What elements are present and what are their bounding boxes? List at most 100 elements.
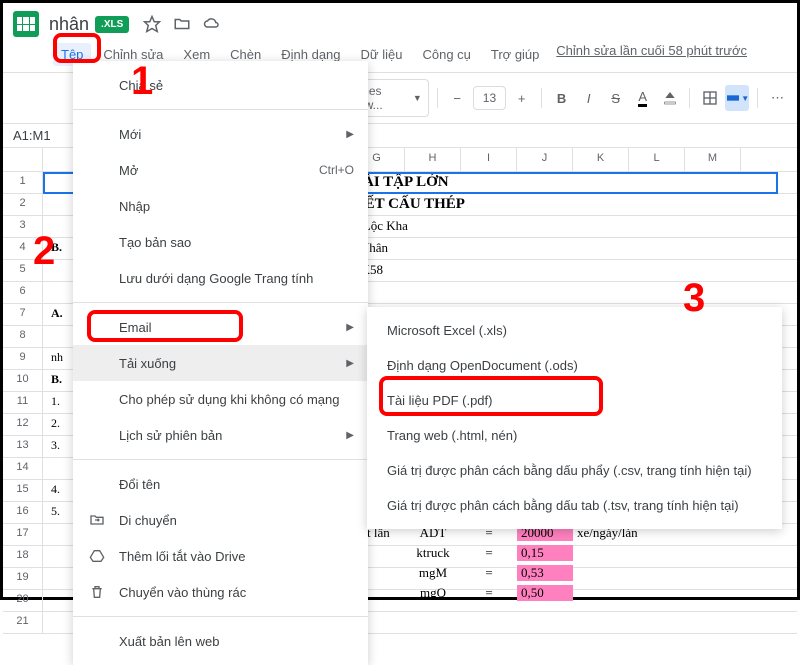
xls-badge: .XLS [95, 16, 129, 33]
file-dropdown: Chia sẻ Mới▶ Mở Ctrl+O NhậpTạo bản sao Lưu dư… [73, 61, 368, 665]
more-button[interactable]: ⋯ [766, 85, 789, 111]
borders-button[interactable] [698, 85, 721, 111]
cell[interactable]: 2. [47, 414, 64, 433]
row-header[interactable]: 8 [3, 326, 43, 347]
menu-item-label: Lịch sử phiên bản [119, 428, 334, 443]
last-edit-link[interactable]: Chỉnh sửa lần cuối 58 phút trước [556, 43, 747, 66]
row-header[interactable]: 11 [3, 392, 43, 413]
select-all-corner[interactable] [3, 148, 43, 171]
download-submenu-item[interactable]: Tài liệu PDF (.pdf) [367, 383, 782, 418]
row-header[interactable]: 7 [3, 304, 43, 325]
cell[interactable]: 5. [47, 502, 64, 521]
file-menu-item[interactable]: Di chuyển [73, 502, 368, 538]
cell[interactable]: B. [47, 238, 66, 257]
file-menu-item[interactable]: Chuyển vào thùng rác [73, 574, 368, 610]
cloud-icon[interactable] [203, 15, 221, 33]
download-submenu-item[interactable]: Giá trị được phân cách bằng dấu phẩy (.c… [367, 453, 782, 488]
row-header[interactable]: 5 [3, 260, 43, 281]
row-header[interactable]: 17 [3, 524, 43, 545]
italic-button[interactable]: I [577, 85, 600, 111]
cell[interactable]: 4. [47, 480, 64, 499]
file-menu-item[interactable]: Thêm lối tắt vào Drive [73, 538, 368, 574]
menu-item-label: Lưu dưới dạng Google Trang tính [119, 271, 354, 286]
menu-item-label: Mở [119, 163, 307, 178]
file-menu-item[interactable]: Lưu dưới dạng Google Trang tính [73, 260, 368, 296]
file-menu-item[interactable]: Tải xuống ▶ [73, 345, 368, 381]
menu-item-label: Tải xuống [119, 356, 334, 371]
row-header[interactable]: 2 [3, 194, 43, 215]
blank-icon [87, 232, 107, 252]
row-header[interactable]: 9 [3, 348, 43, 369]
row-header[interactable]: 1 [3, 172, 43, 193]
row-header[interactable]: 15 [3, 480, 43, 501]
row-header[interactable]: 13 [3, 436, 43, 457]
chevron-right-icon: ▶ [346, 430, 354, 441]
row-header[interactable]: 18 [3, 546, 43, 567]
row-header[interactable]: 10 [3, 370, 43, 391]
col-k[interactable]: K [573, 148, 629, 171]
file-menu-item[interactable]: Đổi tên [73, 466, 368, 502]
download-submenu: Microsoft Excel (.xls)Định dạng OpenDocu… [367, 307, 782, 529]
star-icon[interactable] [143, 15, 161, 33]
menu-item-label: Di chuyển [119, 513, 354, 528]
blank-icon [87, 124, 107, 144]
strike-button[interactable]: S [604, 85, 627, 111]
row-header[interactable]: 14 [3, 458, 43, 479]
shortcut: Ctrl+O [319, 163, 354, 177]
file-menu-item[interactable]: Mới▶ [73, 116, 368, 152]
file-menu-item[interactable]: Email▶ [73, 309, 368, 345]
menu-item-label: Email [119, 320, 334, 335]
col-i[interactable]: I [461, 148, 517, 171]
col-h[interactable]: H [405, 148, 461, 171]
menu-help[interactable]: Trợ giúp [483, 43, 548, 66]
cell[interactable]: 1. [47, 392, 64, 411]
download-submenu-item[interactable]: Định dạng OpenDocument (.ods) [367, 348, 782, 383]
file-menu-item[interactable]: Mở Ctrl+O [73, 152, 368, 188]
row-header[interactable]: 12 [3, 414, 43, 435]
cell[interactable]: A. [47, 304, 67, 323]
file-menu-item[interactable]: Xuất bản lên web [73, 623, 368, 659]
cell[interactable]: 3. [47, 436, 64, 455]
menu-item-label: Cho phép sử dụng khi không có mạng [119, 392, 354, 407]
file-menu-item[interactable]: Cho phép sử dụng khi không có mạng [73, 381, 368, 417]
row-header[interactable]: 6 [3, 282, 43, 303]
col-m[interactable]: M [685, 148, 741, 171]
row-header[interactable]: 4 [3, 238, 43, 259]
font-size-plus[interactable]: + [510, 85, 533, 111]
document-title[interactable]: nhân [49, 14, 89, 35]
file-menu-item[interactable]: Chia sẻ [73, 67, 368, 103]
fill-color-button[interactable] [658, 85, 681, 111]
blank-icon [87, 196, 107, 216]
row-header[interactable]: 21 [3, 612, 43, 633]
blank-icon [87, 389, 107, 409]
file-menu-item[interactable]: Tạo bản sao [73, 224, 368, 260]
blank-icon [87, 317, 107, 337]
sheets-logo[interactable] [13, 11, 39, 37]
file-menu-item[interactable]: Nhập [73, 188, 368, 224]
font-size[interactable]: 13 [473, 86, 506, 110]
text-color-button[interactable]: A [631, 85, 654, 111]
move-folder-icon[interactable] [173, 15, 191, 33]
chevron-right-icon: ▶ [346, 358, 354, 369]
menu-tools[interactable]: Công cụ [414, 43, 478, 66]
merge-button[interactable]: ▼ [725, 85, 749, 111]
bold-button[interactable]: B [550, 85, 573, 111]
data-overlay: Một lần ADT = 20000 xe/ngày/làn ktruck =… [349, 525, 663, 601]
blank-icon [87, 631, 107, 651]
font-size-minus[interactable]: − [446, 85, 469, 111]
row-header[interactable]: 20 [3, 590, 43, 611]
row-header[interactable]: 19 [3, 568, 43, 589]
cell[interactable]: nh [47, 348, 67, 367]
file-menu-item[interactable]: Lịch sử phiên bản ▶ [73, 417, 368, 453]
row-header[interactable]: 3 [3, 216, 43, 237]
col-j[interactable]: J [517, 148, 573, 171]
row-header[interactable]: 16 [3, 502, 43, 523]
cell[interactable]: B. [47, 370, 66, 389]
blank-icon [87, 160, 107, 180]
folder-icon [87, 510, 107, 530]
col-l[interactable]: L [629, 148, 685, 171]
sheets-logo-grid [17, 17, 35, 31]
download-submenu-item[interactable]: Microsoft Excel (.xls) [367, 313, 782, 348]
download-submenu-item[interactable]: Giá trị được phân cách bằng dấu tab (.ts… [367, 488, 782, 523]
download-submenu-item[interactable]: Trang web (.html, nén) [367, 418, 782, 453]
